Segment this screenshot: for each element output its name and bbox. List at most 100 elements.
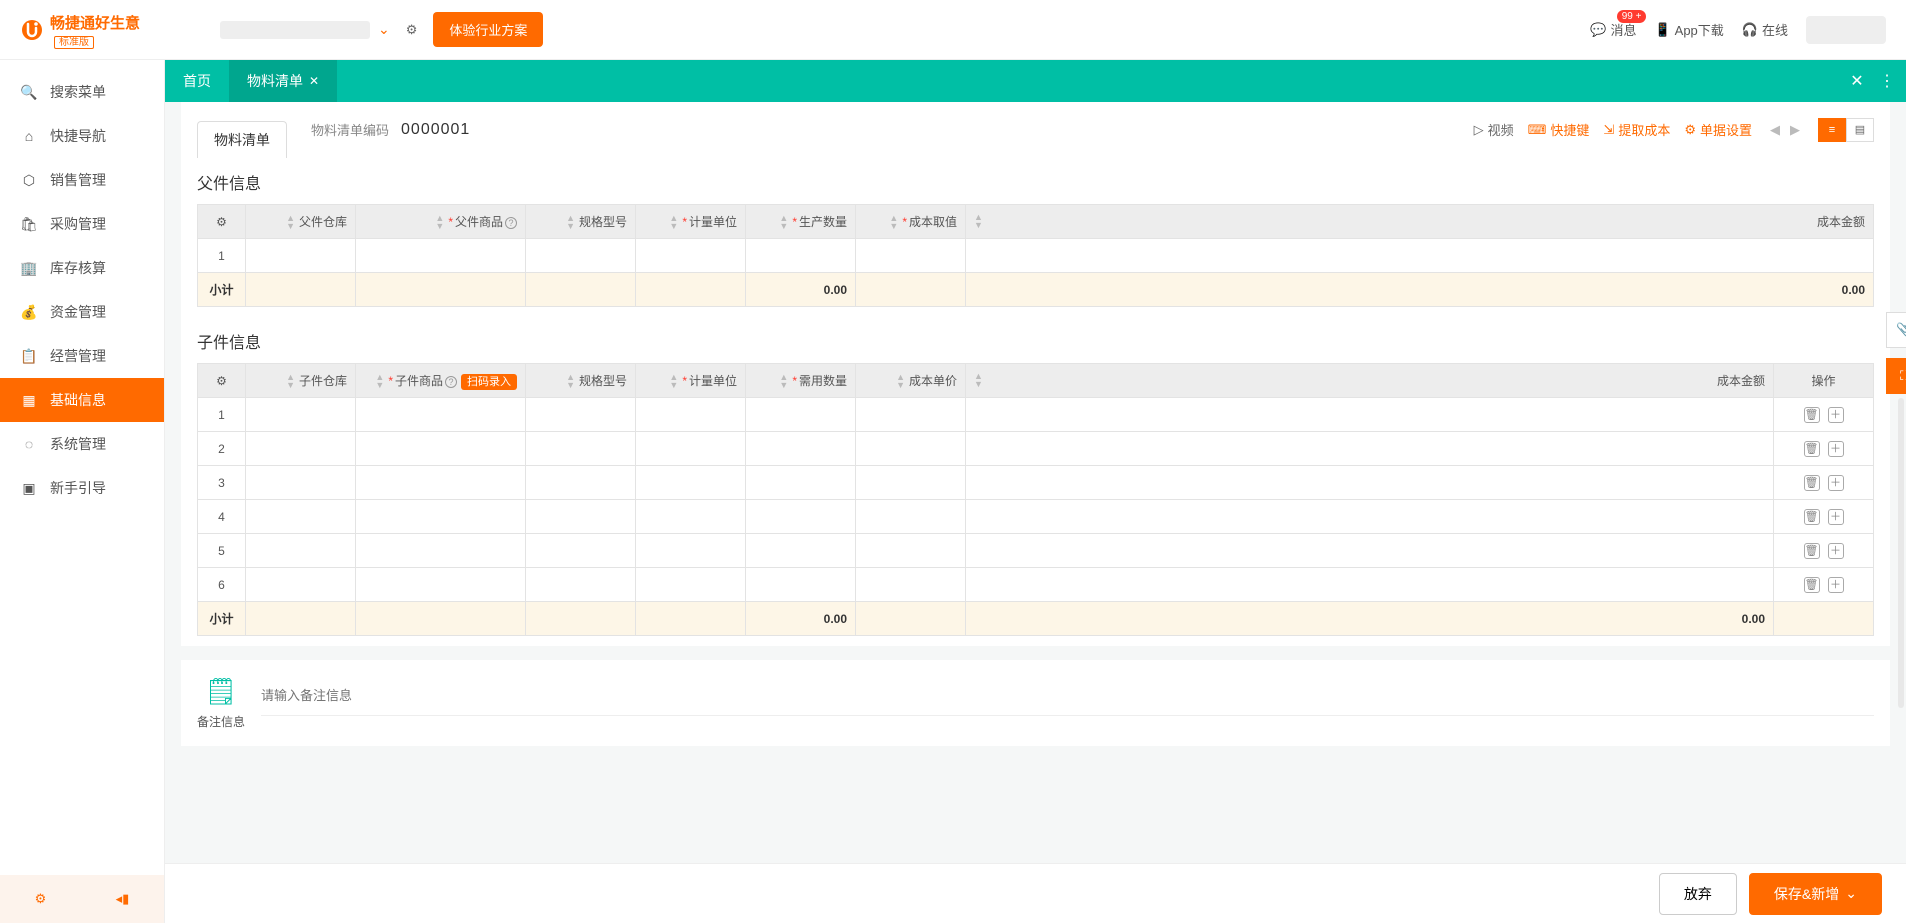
expand-tab[interactable]: ⛶: [1886, 358, 1906, 394]
child-row[interactable]: 6🗑＋: [198, 568, 1874, 602]
child-header-spec[interactable]: ▲▼规格型号: [526, 364, 636, 398]
delete-row-icon[interactable]: 🗑: [1804, 577, 1820, 593]
view-card-button[interactable]: ▤: [1846, 118, 1874, 142]
child-section: 子件信息 ⚙ ▲▼子件仓库 ▲▼*子件商品?扫码录入 ▲▼规格型号 ▲▼*计量单…: [181, 317, 1890, 646]
sidebar-item-system[interactable]: ◌系统管理: [0, 422, 164, 466]
discard-button[interactable]: 放弃: [1659, 873, 1737, 915]
child-row[interactable]: 2🗑＋: [198, 432, 1874, 466]
parent-header-costmethod[interactable]: ▲▼*成本取值: [856, 205, 966, 239]
tab-home[interactable]: 首页: [165, 60, 229, 102]
sidebar-item-quicknav[interactable]: ⌂快捷导航: [0, 114, 164, 158]
tab-label: 首页: [183, 71, 211, 91]
add-row-icon[interactable]: ＋: [1828, 407, 1844, 423]
user-avatar[interactable]: [1806, 16, 1886, 44]
next-record-icon[interactable]: ▶: [1786, 120, 1804, 140]
sidebar-item-business[interactable]: 📋 经营管理: [0, 334, 164, 378]
child-header-gear[interactable]: ⚙: [198, 364, 246, 398]
child-header-product[interactable]: ▲▼*子件商品?扫码录入: [356, 364, 526, 398]
add-row-icon[interactable]: ＋: [1828, 577, 1844, 593]
sidebar-item-finance[interactable]: 💰资金管理: [0, 290, 164, 334]
subtotal-label: 小计: [198, 273, 246, 307]
child-header-unit[interactable]: ▲▼*计量单位: [636, 364, 746, 398]
child-header-qty[interactable]: ▲▼*需用数量: [746, 364, 856, 398]
add-row-icon[interactable]: ＋: [1828, 509, 1844, 525]
child-row[interactable]: 3🗑＋: [198, 466, 1874, 500]
add-row-icon[interactable]: ＋: [1828, 475, 1844, 491]
help-icon[interactable]: ?: [445, 376, 457, 388]
delete-row-icon[interactable]: 🗑: [1804, 543, 1820, 559]
parent-row[interactable]: 1: [198, 239, 1874, 273]
tab-bom[interactable]: 物料清单 ✕: [229, 60, 337, 102]
warehouse-icon: 🏢: [20, 259, 38, 277]
scan-entry-button[interactable]: 扫码录入: [461, 374, 517, 390]
keyboard-icon: ⌨: [1528, 122, 1547, 138]
sales-icon: ⬡: [20, 171, 38, 189]
add-row-icon[interactable]: ＋: [1828, 441, 1844, 457]
child-subtotal-qty: 0.00: [746, 602, 856, 636]
sidebar-item-basedata[interactable]: ▦基础信息: [0, 378, 164, 422]
sidebar-item-sales[interactable]: ⬡ 销售管理: [0, 158, 164, 202]
doc-settings-link[interactable]: ⚙单据设置: [1684, 120, 1752, 139]
child-row[interactable]: 1🗑＋: [198, 398, 1874, 432]
chevron-down-icon: ⌄: [378, 21, 390, 38]
attachment-tab[interactable]: 📎: [1886, 312, 1906, 348]
save-new-button[interactable]: 保存&新增 ⌄: [1749, 873, 1882, 915]
chat-icon: 💬: [1590, 22, 1606, 38]
prev-record-icon[interactable]: ◀: [1766, 120, 1784, 140]
parent-header-gear[interactable]: ⚙: [198, 205, 246, 239]
messages-link[interactable]: 💬 消息 99 +: [1590, 20, 1636, 39]
sidebar-item-search[interactable]: 🔍搜索菜单: [0, 70, 164, 114]
parent-header-qty[interactable]: ▲▼*生产数量: [746, 205, 856, 239]
parent-header-warehouse[interactable]: ▲▼父件仓库: [246, 205, 356, 239]
extract-cost-link[interactable]: ⇲提取成本: [1603, 120, 1670, 139]
shortcut-label: 快捷键: [1550, 120, 1589, 139]
add-row-icon[interactable]: ＋: [1828, 543, 1844, 559]
brand-edition: 标准版: [54, 36, 94, 49]
child-row[interactable]: 4🗑＋: [198, 500, 1874, 534]
online-label: 在线: [1762, 20, 1788, 39]
brand-name: 畅捷通好生意: [50, 12, 140, 33]
sidebar-item-inventory[interactable]: 🏢库存核算: [0, 246, 164, 290]
phone-icon: 📱: [1654, 22, 1670, 38]
settings-label: 单据设置: [1700, 120, 1752, 139]
sidebar-item-label: 经营管理: [50, 346, 106, 366]
search-icon: 🔍: [20, 83, 38, 101]
parent-header-unit[interactable]: ▲▼*计量单位: [636, 205, 746, 239]
clipboard-icon: 📋: [20, 347, 38, 365]
delete-row-icon[interactable]: 🗑: [1804, 509, 1820, 525]
child-row[interactable]: 5🗑＋: [198, 534, 1874, 568]
support-link[interactable]: 🎧 在线: [1742, 20, 1788, 39]
help-icon[interactable]: ?: [505, 217, 517, 229]
sidebar-item-purchase[interactable]: 🛍采购管理: [0, 202, 164, 246]
sidebar-item-label: 快捷导航: [50, 126, 106, 146]
tabs-menu-icon[interactable]: ⋮: [1872, 71, 1902, 91]
delete-row-icon[interactable]: 🗑: [1804, 475, 1820, 491]
sidebar-item-guide[interactable]: ▣新手引导: [0, 466, 164, 510]
tab-close-icon[interactable]: ✕: [309, 74, 319, 88]
sidebar-settings-icon[interactable]: ⚙: [35, 891, 47, 907]
page-subtab[interactable]: 物料清单: [197, 121, 287, 158]
tabs-close-all-icon[interactable]: ✕: [1842, 71, 1872, 91]
settings-gear-icon[interactable]: ⚙: [406, 22, 418, 38]
parent-header-spec[interactable]: ▲▼规格型号: [526, 205, 636, 239]
trial-button[interactable]: 体验行业方案: [433, 12, 543, 47]
chevron-down-icon: ⌄: [1845, 885, 1857, 902]
child-header-amount[interactable]: ▲▼成本金额: [966, 364, 1774, 398]
sidebar-item-label: 销售管理: [50, 170, 106, 190]
video-link[interactable]: ▷视频: [1474, 120, 1514, 139]
delete-row-icon[interactable]: 🗑: [1804, 407, 1820, 423]
view-list-button[interactable]: ≡: [1818, 118, 1846, 142]
scrollbar[interactable]: [1898, 398, 1904, 708]
parent-header-amount[interactable]: ▲▼成本金额: [966, 205, 1874, 239]
child-header-warehouse[interactable]: ▲▼子件仓库: [246, 364, 356, 398]
child-header-unitcost[interactable]: ▲▼成本单价: [856, 364, 966, 398]
parent-header-product[interactable]: ▲▼*父件商品?: [356, 205, 526, 239]
company-selector[interactable]: ⌄: [220, 21, 390, 39]
shortcut-link[interactable]: ⌨快捷键: [1528, 120, 1590, 139]
sidebar-item-label: 基础信息: [50, 390, 106, 410]
sidebar-collapse-icon[interactable]: ◂▮: [116, 891, 130, 907]
remark-input[interactable]: [261, 676, 1874, 716]
app-download-link[interactable]: 📱 App下载: [1654, 20, 1723, 39]
delete-row-icon[interactable]: 🗑: [1804, 441, 1820, 457]
bom-code-label: 物料清单编码: [311, 120, 389, 139]
